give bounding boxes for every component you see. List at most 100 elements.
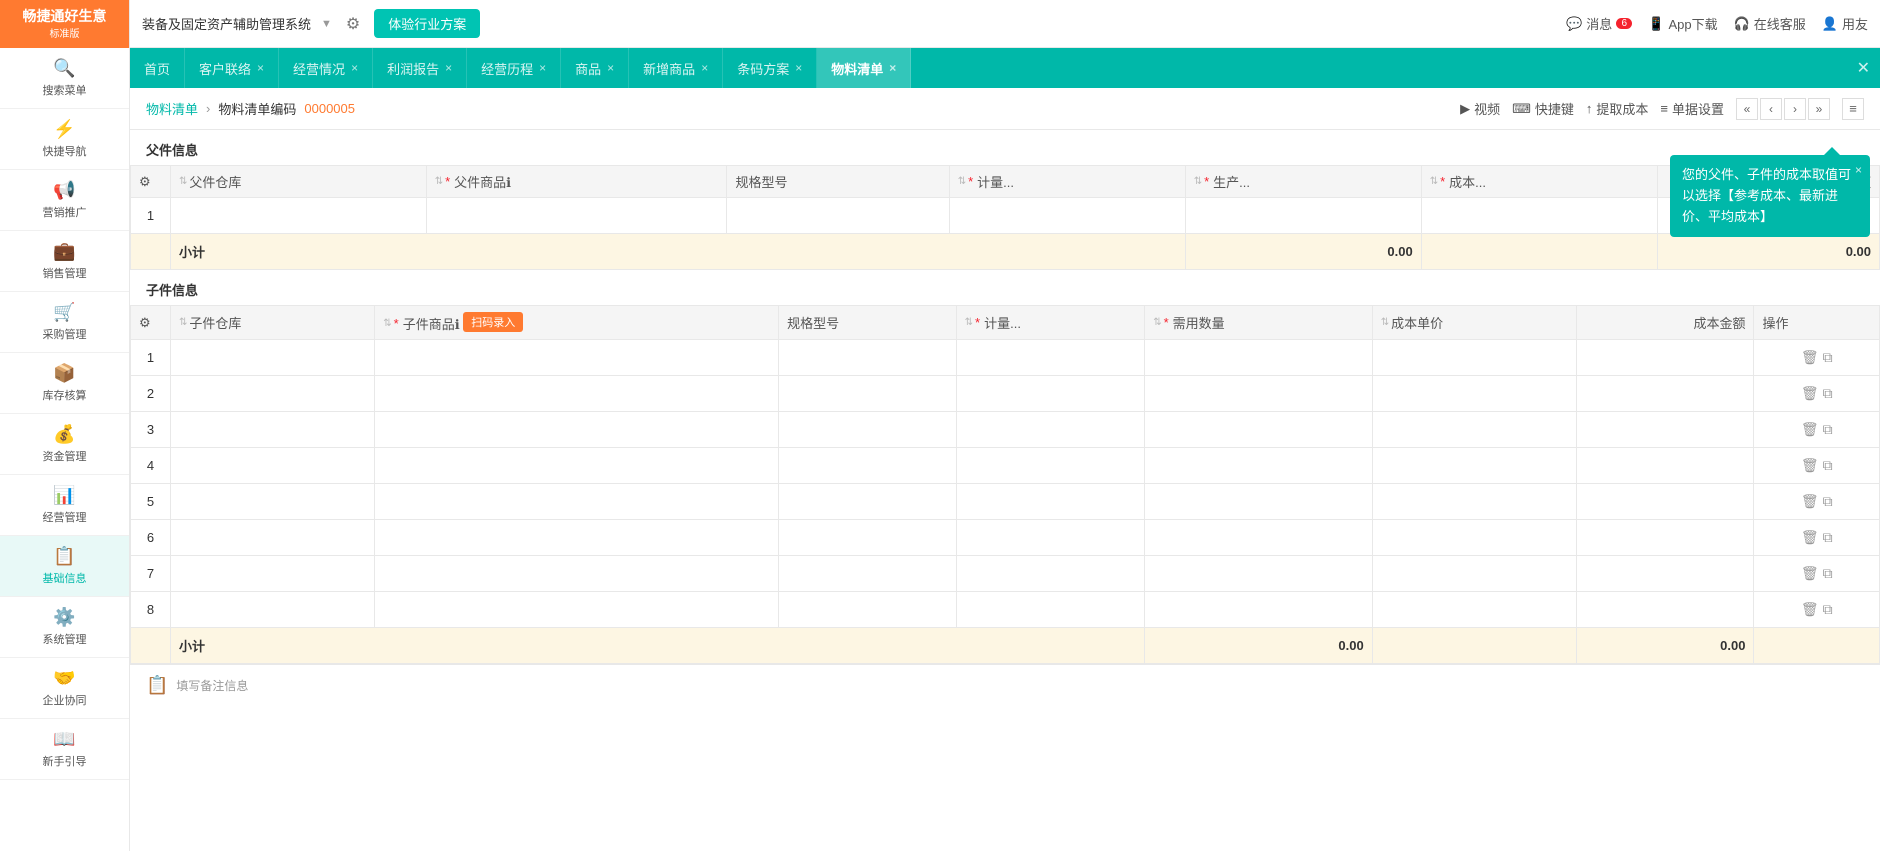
child-spec-cell-6[interactable]	[779, 556, 957, 592]
child-unit-cell-0[interactable]	[956, 340, 1145, 376]
parent-spec-cell[interactable]	[727, 198, 949, 234]
child-product-cell-5[interactable]	[375, 520, 779, 556]
nav-tab-close-7[interactable]: ×	[795, 61, 802, 75]
child-product-cell-6[interactable]	[375, 556, 779, 592]
child-spec-cell-4[interactable]	[779, 484, 957, 520]
child-warehouse-cell-3[interactable]	[171, 448, 375, 484]
nav-tab-close-4[interactable]: ×	[539, 61, 546, 75]
child-unit-cell-7[interactable]	[956, 592, 1145, 628]
sidebar-item-search[interactable]: 🔍 搜索菜单	[0, 48, 129, 109]
child-delete-icon-2[interactable]: 🗑	[1801, 421, 1819, 438]
nav-tab-close-5[interactable]: ×	[607, 61, 614, 75]
child-copy-icon-5[interactable]: ⧉	[1823, 529, 1833, 546]
child-delete-icon-3[interactable]: 🗑	[1801, 457, 1819, 474]
tooltip-close-button[interactable]: ×	[1855, 161, 1862, 180]
nav-tab-close-8[interactable]: ×	[889, 61, 896, 75]
nav-tab-2[interactable]: 经营情况×	[279, 48, 373, 88]
sidebar-item-basic[interactable]: 📋 基础信息	[0, 536, 129, 597]
child-warehouse-cell-7[interactable]	[171, 592, 375, 628]
sidebar-item-enterprise[interactable]: 🤝 企业协同	[0, 658, 129, 719]
child-unit-cell-4[interactable]	[956, 484, 1145, 520]
sidebar-item-marketing[interactable]: 📢 营销推广	[0, 170, 129, 231]
child-unit-cell-6[interactable]	[956, 556, 1145, 592]
child-spec-cell-7[interactable]	[779, 592, 957, 628]
sidebar-item-quicknav[interactable]: ⚡ 快捷导航	[0, 109, 129, 170]
nav-tab-3[interactable]: 利润报告×	[373, 48, 467, 88]
child-qty-cell-3[interactable]	[1145, 448, 1373, 484]
child-qty-cell-5[interactable]	[1145, 520, 1373, 556]
child-spec-cell-0[interactable]	[779, 340, 957, 376]
parent-production-cell[interactable]	[1185, 198, 1421, 234]
parent-cost-cell[interactable]	[1421, 198, 1657, 234]
parent-settings-header[interactable]: ⚙	[131, 166, 171, 198]
child-qty-cell-4[interactable]	[1145, 484, 1373, 520]
child-unitcost-cell-7[interactable]	[1372, 592, 1576, 628]
child-delete-icon-0[interactable]: 🗑	[1801, 349, 1819, 366]
child-copy-icon-7[interactable]: ⧉	[1823, 601, 1833, 618]
nav-tab-6[interactable]: 新增商品×	[629, 48, 723, 88]
video-button[interactable]: ▶ 视频	[1460, 99, 1500, 118]
child-unitcost-cell-6[interactable]	[1372, 556, 1576, 592]
sidebar-logo[interactable]: 畅捷通好生意 标准版	[0, 0, 129, 48]
nav-tab-5[interactable]: 商品×	[561, 48, 629, 88]
child-copy-icon-2[interactable]: ⧉	[1823, 421, 1833, 438]
nav-tab-close-1[interactable]: ×	[257, 61, 264, 75]
child-unitcost-cell-2[interactable]	[1372, 412, 1576, 448]
child-qty-cell-0[interactable]	[1145, 340, 1373, 376]
settings-icon[interactable]: ⚙	[346, 14, 360, 34]
nav-tab-close-3[interactable]: ×	[445, 61, 452, 75]
child-delete-icon-1[interactable]: 🗑	[1801, 385, 1819, 402]
online-service-button[interactable]: 🎧 在线客服	[1734, 14, 1806, 33]
single-setting-button[interactable]: ≡ 单据设置	[1660, 99, 1724, 118]
close-all-tabs-button[interactable]: ✕	[1847, 58, 1880, 78]
parent-warehouse-cell[interactable]	[171, 198, 427, 234]
child-unit-cell-3[interactable]	[956, 448, 1145, 484]
child-delete-icon-7[interactable]: 🗑	[1801, 601, 1819, 618]
child-product-cell-3[interactable]	[375, 448, 779, 484]
child-warehouse-cell-4[interactable]	[171, 484, 375, 520]
first-record-button[interactable]: «	[1736, 98, 1758, 120]
child-spec-cell-3[interactable]	[779, 448, 957, 484]
list-view-button[interactable]: ≡	[1842, 98, 1864, 120]
child-copy-icon-6[interactable]: ⧉	[1823, 565, 1833, 582]
scan-input-button[interactable]: 扫码录入	[463, 312, 523, 332]
child-warehouse-cell-6[interactable]	[171, 556, 375, 592]
child-warehouse-cell-0[interactable]	[171, 340, 375, 376]
breadcrumb-list[interactable]: 物料清单	[146, 99, 198, 118]
child-unit-cell-1[interactable]	[956, 376, 1145, 412]
message-button[interactable]: 💬 消息 6	[1566, 14, 1632, 33]
app-download-button[interactable]: 📱 App下载	[1648, 14, 1717, 33]
nav-tab-7[interactable]: 条码方案×	[723, 48, 817, 88]
child-copy-icon-0[interactable]: ⧉	[1823, 349, 1833, 366]
nav-tab-8[interactable]: 物料清单×	[817, 48, 911, 88]
nav-tab-1[interactable]: 客户联络×	[185, 48, 279, 88]
nav-tab-close-2[interactable]: ×	[351, 61, 358, 75]
parent-unit-cell[interactable]	[949, 198, 1185, 234]
child-unitcost-cell-5[interactable]	[1372, 520, 1576, 556]
child-copy-icon-4[interactable]: ⧉	[1823, 493, 1833, 510]
child-unitcost-cell-0[interactable]	[1372, 340, 1576, 376]
child-product-cell-4[interactable]	[375, 484, 779, 520]
next-record-button[interactable]: ›	[1784, 98, 1806, 120]
child-copy-icon-3[interactable]: ⧉	[1823, 457, 1833, 474]
child-delete-icon-5[interactable]: 🗑	[1801, 529, 1819, 546]
child-warehouse-cell-1[interactable]	[171, 376, 375, 412]
child-product-cell-7[interactable]	[375, 592, 779, 628]
sidebar-item-guide[interactable]: 📖 新手引导	[0, 719, 129, 780]
sidebar-item-purchase[interactable]: 🛒 采购管理	[0, 292, 129, 353]
sidebar-item-system[interactable]: ⚙️ 系统管理	[0, 597, 129, 658]
child-qty-cell-2[interactable]	[1145, 412, 1373, 448]
child-unitcost-cell-4[interactable]	[1372, 484, 1576, 520]
shortcut-button[interactable]: ⌨ 快捷键	[1512, 99, 1574, 118]
child-product-cell-1[interactable]	[375, 376, 779, 412]
child-product-cell-0[interactable]	[375, 340, 779, 376]
child-unit-cell-2[interactable]	[956, 412, 1145, 448]
extract-cost-button[interactable]: ↑ 提取成本	[1586, 99, 1649, 118]
child-delete-icon-4[interactable]: 🗑	[1801, 493, 1819, 510]
user-button[interactable]: 👤 用友	[1822, 14, 1868, 33]
child-qty-cell-6[interactable]	[1145, 556, 1373, 592]
prev-record-button[interactable]: ‹	[1760, 98, 1782, 120]
child-copy-icon-1[interactable]: ⧉	[1823, 385, 1833, 402]
sidebar-item-inventory[interactable]: 📦 库存核算	[0, 353, 129, 414]
sidebar-item-sales[interactable]: 💼 销售管理	[0, 231, 129, 292]
